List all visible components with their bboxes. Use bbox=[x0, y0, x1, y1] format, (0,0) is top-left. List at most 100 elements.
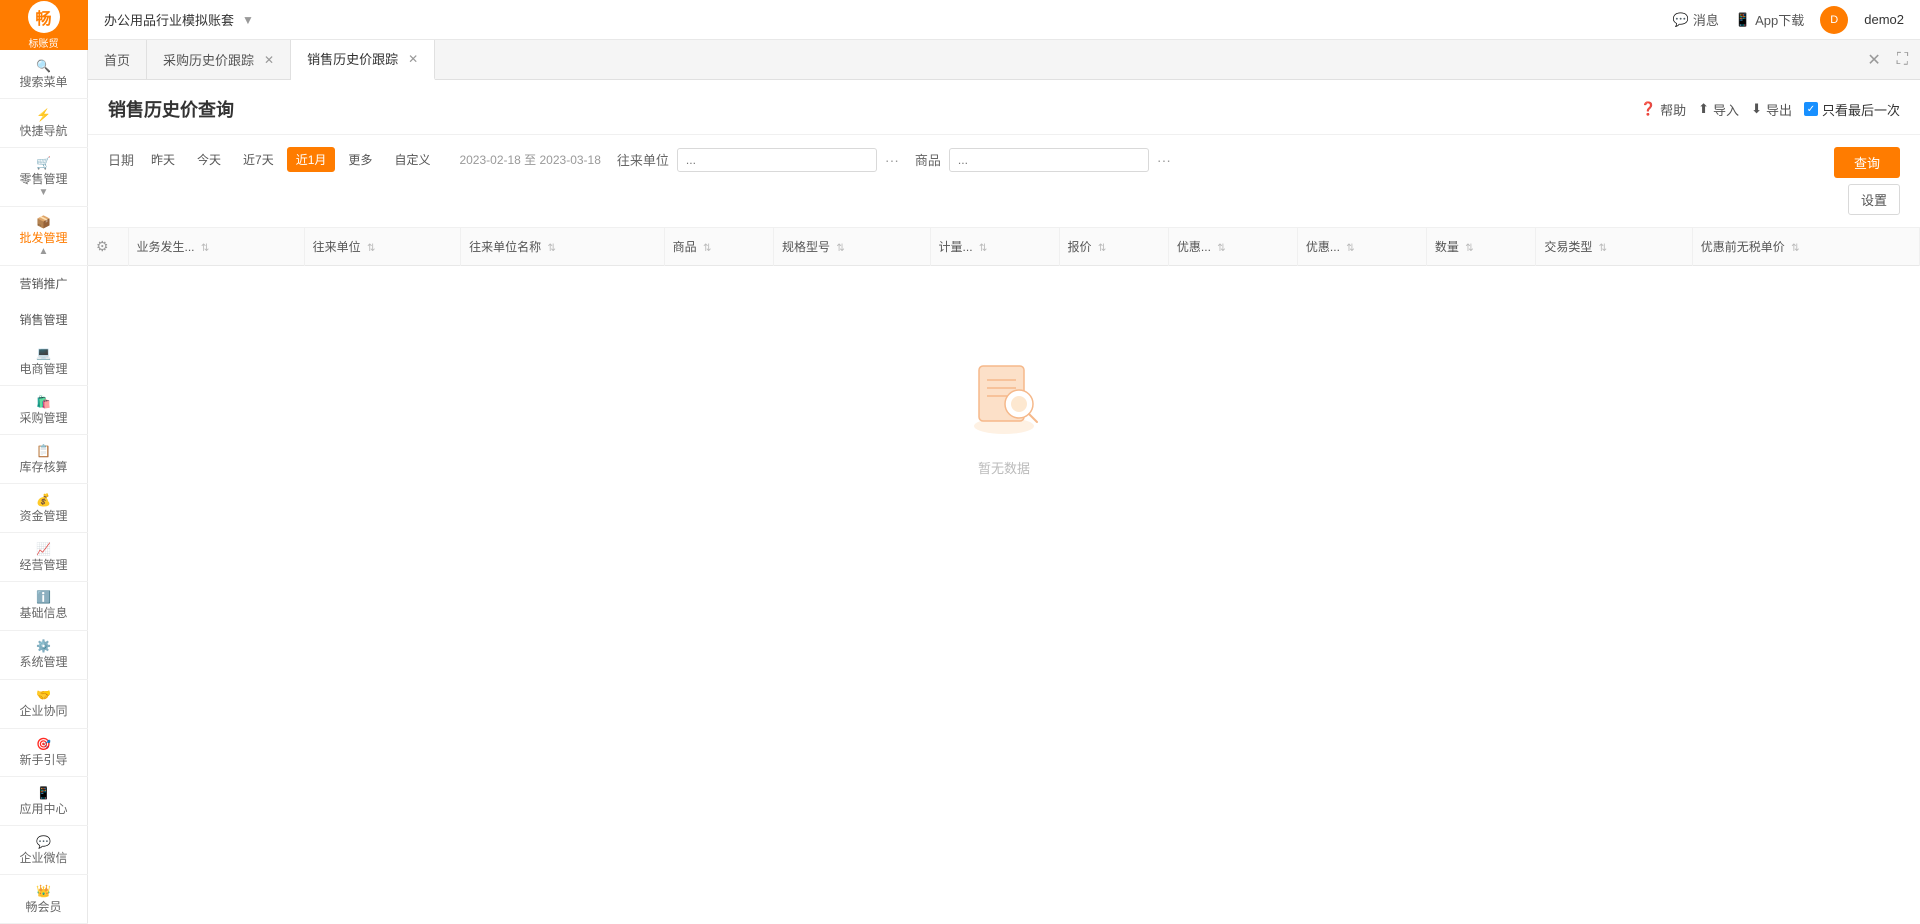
sort-icon: ⇅ bbox=[703, 243, 711, 254]
partner-filter-label: 往来单位 bbox=[617, 150, 669, 169]
product-input[interactable] bbox=[949, 148, 1149, 172]
sidebar-item-label: 电商管理 bbox=[19, 360, 67, 377]
col-quantity[interactable]: 数量 ⇅ bbox=[1426, 228, 1535, 266]
col-product[interactable]: 商品 ⇅ bbox=[664, 228, 773, 266]
query-button[interactable]: 查询 bbox=[1834, 147, 1900, 178]
col-label: 往来单位名称 bbox=[469, 240, 541, 254]
partner-input[interactable] bbox=[677, 148, 877, 172]
dropdown-icon[interactable]: ▼ bbox=[242, 13, 254, 27]
chevron-up-icon: ▲ bbox=[39, 246, 49, 257]
member-icon: 👑 bbox=[36, 884, 51, 898]
logo-text: 标账贸 bbox=[29, 35, 59, 50]
sidebar-item-purchase[interactable]: 🛍️ 采购管理 bbox=[0, 386, 88, 435]
user-name[interactable]: demo2 bbox=[1864, 12, 1904, 27]
col-biz-date[interactable]: 业务发生... ⇅ bbox=[128, 228, 304, 266]
filter-items: 日期 昨天 今天 近7天 近1月 更多 自定义 2023-02-18 至 202… bbox=[108, 147, 1806, 172]
ecom-icon: 💻 bbox=[36, 346, 51, 360]
import-button[interactable]: ⬆ 导入 bbox=[1698, 100, 1739, 119]
col-partner-name[interactable]: 往来单位名称 ⇅ bbox=[461, 228, 665, 266]
sidebar-item-label: 新手引导 bbox=[19, 751, 67, 768]
empty-icon bbox=[954, 346, 1054, 446]
sort-icon: ⇅ bbox=[547, 243, 555, 254]
settings-button[interactable]: 设置 bbox=[1848, 184, 1900, 215]
col-label: 规格型号 bbox=[782, 240, 830, 254]
app-center-icon: 📱 bbox=[36, 786, 51, 800]
sidebar-item-sales-mgmt[interactable]: 销售管理 bbox=[0, 302, 88, 338]
finance-icon: 💰 bbox=[36, 493, 51, 507]
col-discount1[interactable]: 优惠... ⇅ bbox=[1168, 228, 1297, 266]
sidebar-item-quick-nav[interactable]: ⚡ 快捷导航 bbox=[0, 99, 88, 148]
col-label: 交易类型 bbox=[1544, 240, 1592, 254]
app-title: 办公用品行业模拟账套 bbox=[104, 10, 234, 29]
avatar[interactable]: D bbox=[1820, 6, 1848, 34]
close-tab-button[interactable]: ✕ bbox=[1863, 46, 1884, 74]
col-settings[interactable]: ⚙ bbox=[88, 228, 128, 266]
col-price[interactable]: 报价 ⇅ bbox=[1059, 228, 1168, 266]
sidebar-item-wechat[interactable]: 💬 企业微信 bbox=[0, 826, 88, 875]
sort-icon: ⇅ bbox=[1791, 243, 1799, 254]
only-last-checkbox[interactable]: 只看最后一次 bbox=[1804, 100, 1900, 119]
sidebar-item-label: 系统管理 bbox=[19, 653, 67, 670]
date-btn-custom[interactable]: 自定义 bbox=[385, 147, 439, 172]
sort-icon: ⇅ bbox=[1217, 243, 1225, 254]
sidebar-item-guide[interactable]: 🎯 新手引导 bbox=[0, 729, 88, 778]
date-filter-label: 日期 bbox=[108, 150, 134, 169]
col-discount2[interactable]: 优惠... ⇅ bbox=[1297, 228, 1426, 266]
page-actions: ❓ 帮助 ⬆ 导入 ⬇ 导出 只看最后一次 bbox=[1640, 100, 1900, 119]
date-btn-last1month[interactable]: 近1月 bbox=[287, 147, 336, 172]
tab-sales-history[interactable]: 销售历史价跟踪 ✕ bbox=[291, 40, 435, 80]
tab-label: 采购历史价跟踪 bbox=[163, 50, 254, 69]
checkbox-icon[interactable] bbox=[1804, 102, 1818, 116]
app-download-button[interactable]: 📱 App下载 bbox=[1735, 10, 1804, 29]
sidebar-item-system[interactable]: ⚙️ 系统管理 bbox=[0, 631, 88, 680]
tab-close-icon[interactable]: ✕ bbox=[408, 52, 418, 66]
sidebar-item-finance[interactable]: 💰 资金管理 bbox=[0, 484, 88, 533]
sidebar-item-search-menu[interactable]: 🔍 搜索菜单 bbox=[0, 50, 88, 99]
col-pretax-price[interactable]: 优惠前无税单价 ⇅ bbox=[1692, 228, 1919, 266]
sidebar-item-label: 销售管理 bbox=[19, 311, 67, 328]
table-settings-icon[interactable]: ⚙ bbox=[96, 238, 109, 254]
sidebar-item-wholesale[interactable]: 📦 批发管理 ▲ bbox=[0, 207, 88, 266]
app-logo[interactable]: 畅 标账贸 bbox=[0, 0, 88, 50]
sort-icon: ⇅ bbox=[367, 243, 375, 254]
import-label: 导入 bbox=[1713, 100, 1739, 119]
col-partner-code[interactable]: 往来单位 ⇅ bbox=[304, 228, 460, 266]
sidebar-item-operations[interactable]: 📈 经营管理 bbox=[0, 533, 88, 582]
sidebar-item-label: 搜索菜单 bbox=[19, 73, 67, 90]
date-btn-yesterday[interactable]: 昨天 bbox=[142, 147, 184, 172]
tab-close-icon[interactable]: ✕ bbox=[264, 53, 274, 67]
export-button[interactable]: ⬇ 导出 bbox=[1751, 100, 1792, 119]
page-header: 销售历史价查询 ❓ 帮助 ⬆ 导入 ⬇ 导出 只看最后一次 bbox=[88, 80, 1920, 135]
sidebar-item-retail[interactable]: 🛒 零售管理 ▼ bbox=[0, 148, 88, 207]
tab-purchase-history[interactable]: 采购历史价跟踪 ✕ bbox=[147, 40, 291, 80]
enterprise-icon: 🤝 bbox=[36, 688, 51, 702]
search-menu-icon: 🔍 bbox=[36, 59, 51, 73]
tab-home[interactable]: 首页 bbox=[88, 40, 147, 80]
maximize-button[interactable]: ⛶ bbox=[1893, 47, 1912, 73]
page-title: 销售历史价查询 bbox=[108, 96, 234, 122]
date-btn-more[interactable]: 更多 bbox=[339, 147, 381, 172]
sidebar-item-label: 库存核算 bbox=[19, 458, 67, 475]
sidebar-item-marketing[interactable]: 营销推广 bbox=[0, 266, 88, 302]
retail-icon: 🛒 bbox=[36, 156, 51, 170]
date-btn-last7days[interactable]: 近7天 bbox=[234, 147, 283, 172]
col-unit[interactable]: 计量... ⇅ bbox=[930, 228, 1059, 266]
message-button[interactable]: 💬 消息 bbox=[1673, 10, 1719, 29]
col-trade-type[interactable]: 交易类型 ⇅ bbox=[1536, 228, 1692, 266]
sidebar-item-app-center[interactable]: 📱 应用中心 bbox=[0, 777, 88, 826]
sidebar-item-member[interactable]: 👑 畅会员 bbox=[0, 875, 88, 924]
sort-icon: ⇅ bbox=[836, 243, 844, 254]
sidebar-item-enterprise[interactable]: 🤝 企业协同 bbox=[0, 680, 88, 729]
date-btn-today[interactable]: 今天 bbox=[188, 147, 230, 172]
help-button[interactable]: ❓ 帮助 bbox=[1640, 100, 1686, 119]
sidebar-item-basic-info[interactable]: ℹ️ 基础信息 bbox=[0, 582, 88, 631]
sidebar-item-ecom[interactable]: 💻 电商管理 bbox=[0, 338, 88, 387]
col-spec[interactable]: 规格型号 ⇅ bbox=[774, 228, 930, 266]
sidebar-item-inventory[interactable]: 📋 库存核算 bbox=[0, 435, 88, 484]
sidebar-item-label: 资金管理 bbox=[19, 507, 67, 524]
product-dots-button[interactable]: ··· bbox=[1157, 152, 1171, 168]
sidebar-item-label: 基础信息 bbox=[19, 604, 67, 621]
sidebar-item-label: 零售管理 bbox=[19, 170, 67, 187]
filter-area: 日期 昨天 今天 近7天 近1月 更多 自定义 2023-02-18 至 202… bbox=[88, 135, 1920, 228]
partner-dots-button[interactable]: ··· bbox=[885, 152, 899, 168]
